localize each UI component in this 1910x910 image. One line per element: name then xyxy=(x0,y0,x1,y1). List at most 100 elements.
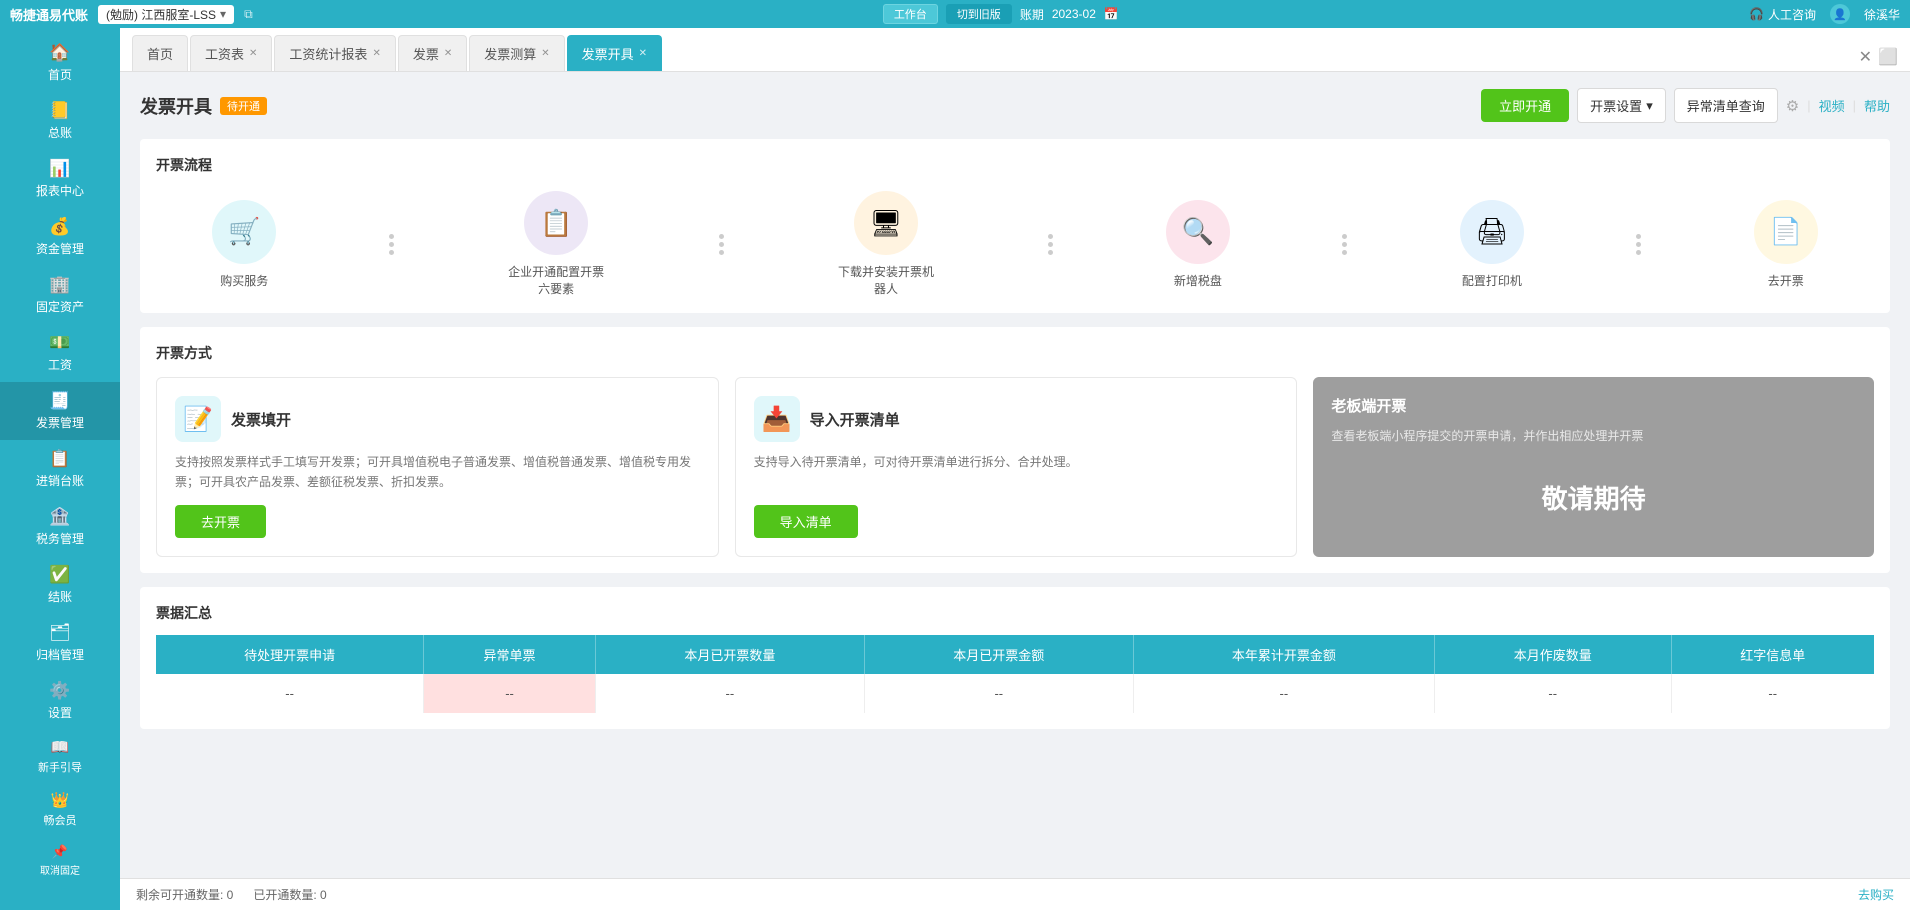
val-year-amount: -- xyxy=(1133,674,1434,713)
sidebar-item-home[interactable]: 🏠 首页 xyxy=(0,34,120,92)
sidebar-item-purchase[interactable]: 📋 进销台账 xyxy=(0,440,120,498)
flow-step-download-robot[interactable]: 🖥 下载并安装开票机器人 xyxy=(836,191,936,297)
headset-icon: 🎧 xyxy=(1749,7,1764,21)
sidebar-item-guide[interactable]: 📖 新手引导 xyxy=(0,730,120,783)
restore-btn[interactable]: ⬜ xyxy=(1878,47,1898,67)
sidebar-label: 工资 xyxy=(48,356,72,373)
flow-step-add-taxbox[interactable]: 🔍 新增税盘 xyxy=(1166,200,1230,289)
val-pending: -- xyxy=(156,674,424,713)
settings-icon: ⚙️ xyxy=(49,681,70,701)
open-settings-btn[interactable]: 开票设置 ▾ xyxy=(1577,88,1666,123)
sidebar-item-settings[interactable]: ⚙️ 设置 xyxy=(0,672,120,730)
tab-invoice-tool[interactable]: 发票开具 ✕ xyxy=(567,35,662,71)
dropdown-icon: ▾ xyxy=(220,7,226,21)
sidebar-label: 报表中心 xyxy=(36,182,84,199)
reports-icon: 📊 xyxy=(49,159,70,179)
val-month-amount: -- xyxy=(864,674,1133,713)
sidebar-label: 进销台账 xyxy=(36,472,84,489)
col-red-info: 红字信息单 xyxy=(1671,635,1874,674)
copy-icon[interactable]: ⧉ xyxy=(244,7,253,22)
import-list-btn[interactable]: 导入清单 xyxy=(754,505,858,538)
sidebar-item-assets[interactable]: 🏢 固定资产 xyxy=(0,266,120,324)
tax-icon: 🏦 xyxy=(49,507,70,527)
tab-label: 工资表 xyxy=(205,44,244,63)
sidebar-item-member[interactable]: 👑 畅会员 xyxy=(0,783,120,836)
fill-invoice-desc: 支持按照发票样式手工填写开发票；可开具增值税电子普通发票、增值税普通发票、增值税… xyxy=(175,452,700,493)
sidebar-item-settle[interactable]: ✅ 结账 xyxy=(0,556,120,614)
tab-home[interactable]: 首页 xyxy=(132,35,188,71)
period-value: 2023-02 xyxy=(1052,7,1096,21)
sidebar-item-salary[interactable]: 💵 工资 xyxy=(0,324,120,382)
go-invoice-btn[interactable]: 去开票 xyxy=(175,505,266,538)
col-year-amount: 本年累计开票金额 xyxy=(1133,635,1434,674)
flow-step-divider-2 xyxy=(719,234,724,255)
flow-step-config-enterprise[interactable]: 📋 企业开通配置开票六要素 xyxy=(506,191,606,297)
val-anomaly: -- xyxy=(424,674,596,713)
status-badge: 待开通 xyxy=(220,97,267,115)
tab-salary-stats[interactable]: 工资统计报表 ✕ xyxy=(274,35,395,71)
tab-close-icon[interactable]: ✕ xyxy=(249,48,257,59)
sidebar-item-funds[interactable]: 💰 资金管理 xyxy=(0,208,120,266)
tab-invoice-calc[interactable]: 发票测算 ✕ xyxy=(469,35,564,71)
sidebar-label: 发票管理 xyxy=(36,414,84,431)
sidebar-item-tax[interactable]: 🏦 税务管理 xyxy=(0,498,120,556)
summary-table: 待处理开票申请 异常单票 本月已开票数量 本月已开票金额 本年累计开票金额 本月… xyxy=(156,635,1874,713)
consult-btn[interactable]: 🎧 人工咨询 xyxy=(1749,6,1816,23)
import-invoice-title: 导入开票清单 xyxy=(810,409,900,430)
salary-icon: 💵 xyxy=(49,333,70,353)
flow-step-label: 去开票 xyxy=(1768,272,1804,289)
calendar-icon[interactable]: 📅 xyxy=(1104,7,1119,21)
tab-label: 发票 xyxy=(413,44,439,63)
tab-close-icon[interactable]: ✕ xyxy=(444,48,452,59)
remaining-count: 剩余可开通数量: 0 xyxy=(136,886,233,903)
col-anomaly: 异常单票 xyxy=(424,635,596,674)
close-all-btn[interactable]: ✕ xyxy=(1859,47,1872,67)
page-title: 发票开具 xyxy=(140,93,212,119)
sidebar-label: 归档管理 xyxy=(36,646,84,663)
pin-toggle[interactable]: 📌 取消固定 xyxy=(0,836,120,885)
workbench-btn[interactable]: 工作台 xyxy=(883,4,938,24)
flow-step-buy-service[interactable]: 🛒 购买服务 xyxy=(212,200,276,289)
chevron-down-icon: ▾ xyxy=(1646,98,1653,114)
tab-invoice[interactable]: 发票 ✕ xyxy=(398,35,467,71)
sidebar-label: 税务管理 xyxy=(36,530,84,547)
tab-label: 首页 xyxy=(147,47,173,62)
company-name: (勉励) 江西服室-LSS xyxy=(106,6,216,23)
flow-step-label: 配置打印机 xyxy=(1462,272,1522,289)
col-pending: 待处理开票申请 xyxy=(156,635,424,674)
help-btn[interactable]: 帮助 xyxy=(1864,96,1890,115)
sidebar-label: 固定资产 xyxy=(36,298,84,315)
tab-close-icon[interactable]: ✕ xyxy=(541,48,549,59)
divider2: | xyxy=(1853,98,1856,113)
fill-invoice-title: 发票填开 xyxy=(231,409,291,430)
app-logo: 畅捷通易代账 xyxy=(10,5,88,24)
old-terminal-title: 老板端开票 xyxy=(1331,395,1856,416)
assets-icon: 🏢 xyxy=(49,275,70,295)
user-name[interactable]: 徐溪华 xyxy=(1864,6,1900,23)
tab-salary-table[interactable]: 工资表 ✕ xyxy=(190,35,272,71)
import-invoice-desc: 支持导入待开票清单，可对待开票清单进行拆分、合并处理。 xyxy=(754,452,1279,472)
tab-label: 发票开具 xyxy=(582,44,634,63)
divider: | xyxy=(1807,98,1810,113)
col-month-amount: 本月已开票金额 xyxy=(864,635,1133,674)
import-invoice-icon: 📥 xyxy=(762,405,792,434)
sidebar-item-ledger[interactable]: 📒 总账 xyxy=(0,92,120,150)
company-selector[interactable]: (勉励) 江西服室-LSS ▾ xyxy=(98,5,234,24)
open-now-btn[interactable]: 立即开通 xyxy=(1481,89,1569,122)
val-void-count: -- xyxy=(1434,674,1671,713)
buy-link[interactable]: 去购买 xyxy=(1858,886,1894,903)
switch-old-btn[interactable]: 切到旧版 xyxy=(946,4,1012,24)
flow-step-make-invoice[interactable]: 📄 去开票 xyxy=(1754,200,1818,289)
flow-step-config-printer[interactable]: 🖨 配置打印机 xyxy=(1460,200,1524,289)
video-btn[interactable]: 视频 xyxy=(1819,96,1845,115)
sidebar-item-archive[interactable]: 🗂 归档管理 xyxy=(0,614,120,672)
sidebar-item-reports[interactable]: 📊 报表中心 xyxy=(0,150,120,208)
anomaly-query-btn[interactable]: 异常清单查询 xyxy=(1674,88,1778,123)
guide-icon: 📖 xyxy=(51,738,70,756)
tab-close-icon[interactable]: ✕ xyxy=(639,48,647,59)
coming-soon-text: 敬请期待 xyxy=(1542,479,1646,516)
tab-label: 发票测算 xyxy=(484,44,536,63)
sidebar-item-invoice[interactable]: 🧾 发票管理 xyxy=(0,382,120,440)
tab-close-icon[interactable]: ✕ xyxy=(372,48,380,59)
flow-step-divider-5 xyxy=(1636,234,1641,255)
